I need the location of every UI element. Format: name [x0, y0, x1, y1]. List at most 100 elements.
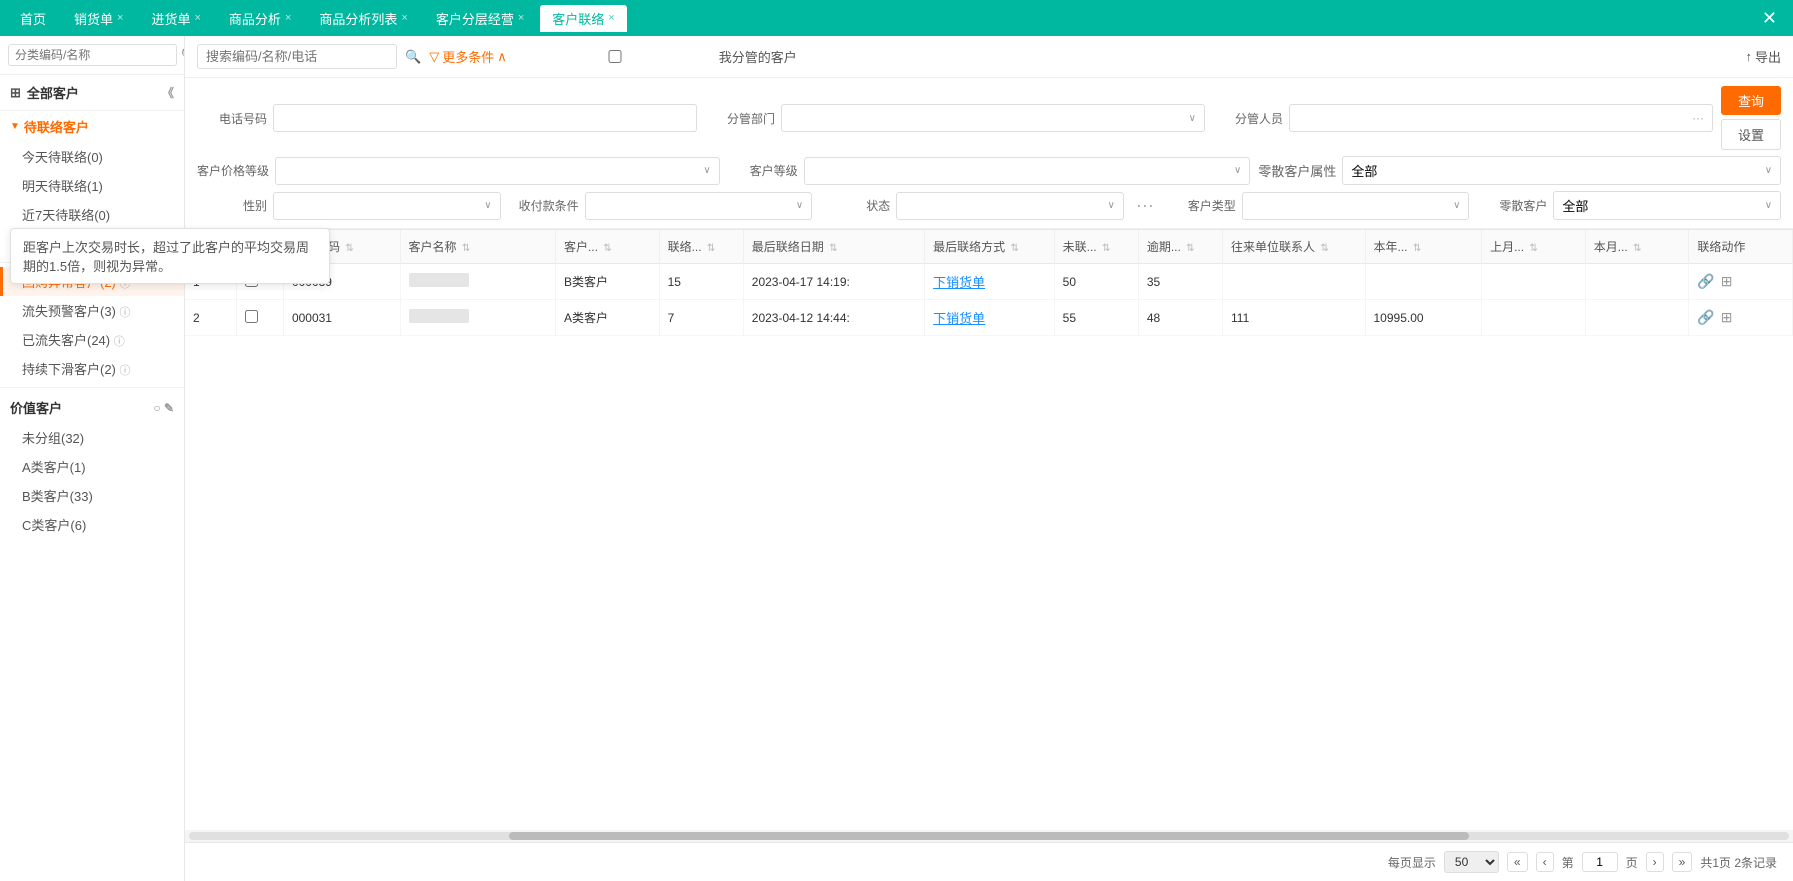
query-button[interactable]: 查询 [1721, 86, 1781, 115]
th-uncontacted[interactable]: 未联... ⇅ [1054, 230, 1138, 264]
row2-type: A类客户 [555, 300, 659, 336]
window-close-button[interactable]: ✕ [1754, 8, 1785, 29]
sidebar-price-group: 价值客户 ○ ✎ [0, 392, 184, 423]
row1-name [400, 264, 555, 300]
row1-more-icon[interactable]: ⊞ [1721, 273, 1733, 290]
last-page-btn[interactable]: » [1672, 852, 1693, 872]
sidebar-item-tomorrow[interactable]: 明天待联络(1) [0, 171, 184, 200]
filter-gender-field: 性别 ∨ [197, 192, 501, 220]
row2-name [400, 300, 555, 336]
sidebar-item-lost[interactable]: 已流失客户(24) ⓘ [0, 325, 184, 354]
settings-button[interactable]: 设置 [1721, 119, 1781, 150]
row2-checkbox[interactable] [237, 300, 284, 336]
close-product-list-tab[interactable]: × [401, 12, 407, 24]
retail-attr-input[interactable]: 全部 ∨ [1342, 156, 1781, 185]
nav-tab-product-list[interactable]: 商品分析列表 × [307, 5, 419, 32]
sidebar-item-loss-warning[interactable]: 流失预警客户(3) ⓘ [0, 296, 184, 325]
close-purchase-tab[interactable]: × [194, 12, 200, 24]
row2-action-icons: 🔗 ⊞ [1697, 309, 1784, 326]
row2-last-method[interactable]: 下销货单 [925, 300, 1055, 336]
close-customer-tier-tab[interactable]: × [518, 12, 524, 24]
sidebar-item-c-class[interactable]: C类客户(6) [0, 510, 184, 539]
status-input[interactable]: ∨ [896, 192, 1124, 220]
sort-uncontacted-icon: ⇅ [1102, 243, 1110, 254]
row1-last-method[interactable]: 下销货单 [925, 264, 1055, 300]
sidebar-collapse-btn[interactable]: 《 [162, 84, 174, 101]
filter-dots[interactable]: ··· [1132, 195, 1158, 216]
search-filter-icon[interactable]: 🔍 [405, 49, 421, 65]
manager-input[interactable]: ··· [1289, 104, 1713, 132]
customer-type-input[interactable]: ∨ [1242, 192, 1470, 220]
retail-attr-caret-icon: ∨ [1765, 165, 1772, 176]
nav-tab-sales[interactable]: 销货单 × [62, 5, 135, 32]
nav-tab-purchase[interactable]: 进货单 × [139, 5, 212, 32]
dept-input[interactable]: ∨ [781, 104, 1205, 132]
th-last-month[interactable]: 上月... ⇅ [1482, 230, 1586, 264]
phone-input[interactable] [273, 104, 697, 132]
row2-action: 🔗 ⊞ [1689, 300, 1793, 336]
data-table-area: ⚙ 客户编码 ⇅ 客户名称 ⇅ 客户... ⇅ 联络... ⇅ 最后联络日期 ⇅… [185, 229, 1793, 830]
nav-tab-home[interactable]: 首页 [8, 5, 58, 32]
manager-more-icon: ··· [1692, 111, 1704, 125]
row1-action: 🔗 ⊞ [1689, 264, 1793, 300]
sidebar-item-b-class[interactable]: B类客户(33) [0, 481, 184, 510]
row2-more-icon[interactable]: ⊞ [1721, 309, 1733, 326]
horizontal-scrollbar[interactable] [185, 830, 1793, 842]
sidebar-item-declining[interactable]: 持续下滑客户(2) ⓘ [0, 354, 184, 383]
nav-tab-product-analysis[interactable]: 商品分析 × [217, 5, 303, 32]
sidebar: 🔍 ⊞ 全部客户 《 ▼ 待联络客户 今天待联络(0) 明天待联络(1) 近7天… [0, 36, 185, 881]
retail-customer-input[interactable]: 全部 ∨ [1553, 191, 1781, 220]
th-unit-contact[interactable]: 往来单位联系人 ⇅ [1223, 230, 1365, 264]
more-conditions-btn[interactable]: ▽ 更多条件 ∧ [429, 47, 507, 66]
per-page-select[interactable]: 50 100 200 [1444, 851, 1499, 873]
th-name[interactable]: 客户名称 ⇅ [400, 230, 555, 264]
sidebar-pending-title[interactable]: ▼ 待联络客户 [0, 111, 184, 142]
sidebar-item-ungroup[interactable]: 未分组(32) [0, 423, 184, 452]
nav-tab-customer-tier[interactable]: 客户分层经营 × [424, 5, 536, 32]
scroll-track[interactable] [189, 832, 1789, 840]
sidebar-all-customers[interactable]: ⊞ 全部客户 《 [0, 75, 184, 111]
filter-row-3: 性别 ∨ 收付款条件 ∨ 状态 [197, 191, 1781, 220]
my-customers-checkbox-label[interactable]: 我分管的客户 [515, 47, 797, 66]
sort-this-year-icon: ⇅ [1413, 243, 1421, 254]
th-last-method[interactable]: 最后联络方式 ⇅ [925, 230, 1055, 264]
filter-retail-customer-field: 零散客户 全部 ∨ [1477, 191, 1781, 220]
price-level-input[interactable]: ∨ [275, 157, 720, 185]
th-this-year[interactable]: 本年... ⇅ [1365, 230, 1482, 264]
scroll-thumb[interactable] [509, 832, 1469, 840]
filter-dept-field: 分管部门 ∨ [705, 104, 1205, 132]
close-product-analysis-tab[interactable]: × [285, 12, 291, 24]
row2-contact-icon[interactable]: 🔗 [1697, 309, 1714, 326]
row1-name-blurred [409, 273, 469, 287]
filter-customer-level-field: 客户等级 ∨ [728, 157, 1251, 185]
sidebar-item-a-class[interactable]: A类客户(1) [0, 452, 184, 481]
nav-tab-customer-contact[interactable]: 客户联络 × [540, 5, 626, 32]
page-input[interactable] [1582, 852, 1618, 872]
sidebar-search-input[interactable] [8, 44, 177, 66]
th-this-month[interactable]: 本月... ⇅ [1585, 230, 1689, 264]
search-input[interactable] [197, 44, 397, 69]
row2-select-checkbox[interactable] [245, 310, 258, 323]
row1-contact-icon[interactable]: 🔗 [1697, 273, 1714, 290]
sidebar-item-today[interactable]: 今天待联络(0) [0, 142, 184, 171]
th-overdue[interactable]: 逾期... ⇅ [1138, 230, 1222, 264]
edit-group-icon[interactable]: ○ ✎ [153, 401, 174, 415]
my-customers-checkbox[interactable] [515, 50, 715, 63]
export-btn[interactable]: ↑ 导出 [1745, 47, 1781, 66]
next-page-btn[interactable]: › [1646, 852, 1664, 872]
gender-input[interactable]: ∨ [273, 192, 501, 220]
first-page-btn[interactable]: « [1507, 852, 1528, 872]
dept-caret-icon: ∨ [1189, 113, 1196, 124]
customer-level-input[interactable]: ∨ [804, 157, 1251, 185]
payment-input[interactable]: ∨ [585, 192, 813, 220]
prev-page-btn[interactable]: ‹ [1536, 852, 1554, 872]
close-customer-contact-tab[interactable]: × [608, 12, 614, 24]
th-last-date[interactable]: 最后联络日期 ⇅ [743, 230, 924, 264]
close-sales-tab[interactable]: × [117, 12, 123, 24]
filter-status-field: 状态 ∨ [820, 192, 1124, 220]
sidebar-item-7days[interactable]: 近7天待联络(0) [0, 200, 184, 229]
th-contact[interactable]: 联络... ⇅ [659, 230, 743, 264]
row2-name-blurred [409, 309, 469, 323]
row1-contact: 15 [659, 264, 743, 300]
th-type[interactable]: 客户... ⇅ [555, 230, 659, 264]
